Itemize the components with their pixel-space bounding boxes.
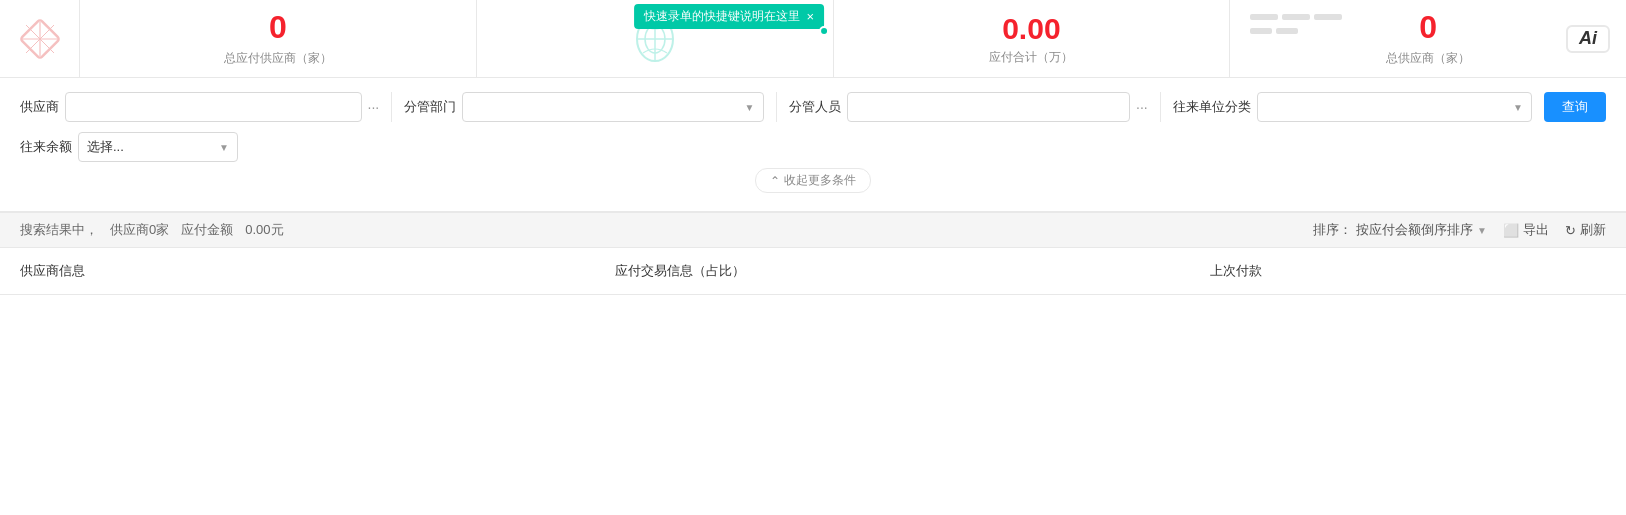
ai-label: Ai xyxy=(1579,28,1597,49)
balance-select[interactable]: 选择... ▼ xyxy=(78,132,238,162)
person-input[interactable] xyxy=(847,92,1131,122)
diamond-icon xyxy=(18,17,62,61)
tooltip-badge[interactable]: 快速录单的快捷键说明在这里 × xyxy=(634,4,824,29)
refresh-button[interactable]: ↻ 刷新 xyxy=(1565,221,1606,239)
refresh-label: 刷新 xyxy=(1580,221,1606,239)
person-more[interactable]: ··· xyxy=(1136,99,1148,115)
col-header-last-payment: 上次付款 xyxy=(1210,262,1607,280)
supplier-input[interactable] xyxy=(65,92,362,122)
search-button[interactable]: 查询 xyxy=(1544,92,1606,122)
search-row-1: 供应商 ··· 分管部门 ▼ 分管人员 ··· 往来单位分类 ▼ xyxy=(20,92,1606,122)
supplier-field: 供应商 ··· xyxy=(20,92,379,122)
supplier-more[interactable]: ··· xyxy=(368,99,380,115)
sort-dropdown[interactable]: 排序： 按应付会额倒序排序 ▼ xyxy=(1313,221,1487,239)
divider-3 xyxy=(1160,92,1161,122)
table-body xyxy=(0,295,1626,515)
search-bar: 供应商 ··· 分管部门 ▼ 分管人员 ··· 往来单位分类 ▼ xyxy=(0,78,1626,212)
person-field: 分管人员 ··· xyxy=(789,92,1148,122)
results-actions: 排序： 按应付会额倒序排序 ▼ ⬜ 导出 ↻ 刷新 xyxy=(1313,221,1606,239)
collapse-area: ⌃ 收起更多条件 xyxy=(20,162,1606,203)
results-amount-value: 0.00元 xyxy=(245,221,283,239)
sort-value: 按应付会额倒序排序 xyxy=(1356,221,1473,239)
stat-block-payable-suppliers: 0 总应付供应商（家） xyxy=(80,0,477,77)
results-bar: 搜索结果中， 供应商0家 应付金额 0.00元 排序： 按应付会额倒序排序 ▼ … xyxy=(0,212,1626,248)
payable-suppliers-label: 总应付供应商（家） xyxy=(224,50,332,67)
stat-block-payable-total: 0.00 应付合计（万） xyxy=(834,0,1231,77)
placeholder-boxes2 xyxy=(1250,28,1298,34)
collapse-label: 收起更多条件 xyxy=(784,172,856,189)
center-icon-block: 快速录单的快捷键说明在这里 × xyxy=(477,0,834,77)
payable-total-number: 0.00 xyxy=(1002,12,1060,45)
stat-block-total-suppliers: 0 总供应商（家） Ai xyxy=(1230,0,1626,77)
ai-badge[interactable]: Ai xyxy=(1566,25,1610,53)
category-label: 往来单位分类 xyxy=(1173,98,1251,116)
total-suppliers-label: 总供应商（家） xyxy=(1386,50,1470,67)
category-select[interactable]: ▼ xyxy=(1257,92,1532,122)
supplier-label: 供应商 xyxy=(20,98,59,116)
balance-field: 往来余额 选择... ▼ xyxy=(20,132,238,162)
person-label: 分管人员 xyxy=(789,98,841,116)
category-chevron: ▼ xyxy=(1513,102,1523,113)
results-supplier-count: 供应商0家 xyxy=(110,221,169,239)
results-amount-label: 应付金额 xyxy=(181,221,233,239)
export-label: 导出 xyxy=(1523,221,1549,239)
payable-total-label: 应付合计（万） xyxy=(989,49,1073,66)
collapse-button[interactable]: ⌃ 收起更多条件 xyxy=(755,168,871,193)
dept-label: 分管部门 xyxy=(404,98,456,116)
balance-chevron: ▼ xyxy=(219,142,229,153)
total-suppliers-number: 0 xyxy=(1419,10,1437,45)
payable-suppliers-number: 0 xyxy=(269,10,287,45)
balance-placeholder: 选择... xyxy=(87,138,124,156)
balance-label: 往来余额 xyxy=(20,138,72,156)
placeholder-boxes xyxy=(1250,14,1342,20)
search-row-2: 往来余额 选择... ▼ xyxy=(20,132,1606,162)
dept-field: 分管部门 ▼ xyxy=(404,92,763,122)
divider-2 xyxy=(776,92,777,122)
sort-chevron-icon: ▼ xyxy=(1477,225,1487,236)
results-prefix: 搜索结果中， xyxy=(20,221,98,239)
stats-bar: 0 总应付供应商（家） 快速录单的快捷键说明在这里 × 0.00 应付合计（万） xyxy=(0,0,1626,78)
refresh-icon: ↻ xyxy=(1565,223,1576,238)
sort-label: 排序： xyxy=(1313,221,1352,239)
divider-1 xyxy=(391,92,392,122)
dept-chevron: ▼ xyxy=(745,102,755,113)
category-field: 往来单位分类 ▼ xyxy=(1173,92,1532,122)
col-header-supplier: 供应商信息 xyxy=(20,262,615,280)
col-header-transaction: 应付交易信息（占比） xyxy=(615,262,1210,280)
dept-select[interactable]: ▼ xyxy=(462,92,763,122)
logo-block xyxy=(0,0,80,77)
tooltip-dot xyxy=(819,26,829,36)
table-header: 供应商信息 应付交易信息（占比） 上次付款 xyxy=(0,248,1626,295)
results-info: 搜索结果中， 供应商0家 应付金额 0.00元 xyxy=(20,221,284,239)
tooltip-close[interactable]: × xyxy=(806,10,814,23)
tooltip-text: 快速录单的快捷键说明在这里 xyxy=(644,8,800,25)
export-button[interactable]: ⬜ 导出 xyxy=(1503,221,1549,239)
export-icon: ⬜ xyxy=(1503,223,1519,238)
collapse-icon: ⌃ xyxy=(770,174,780,188)
